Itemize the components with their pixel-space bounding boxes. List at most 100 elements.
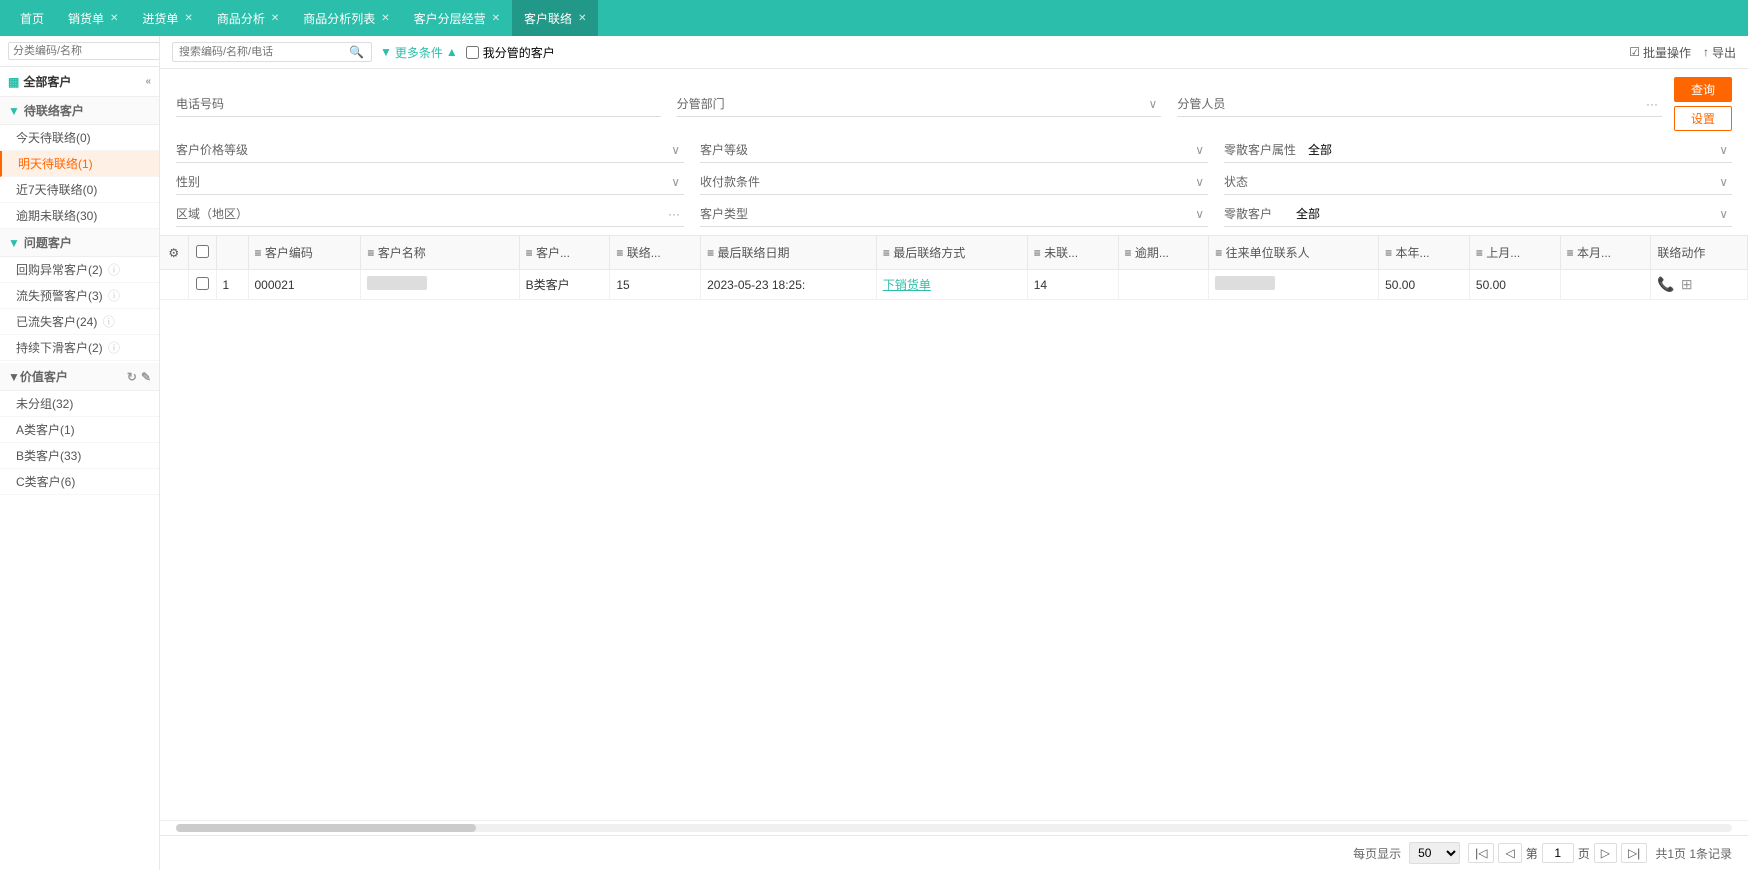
row-action-grid-icon[interactable]: ⊞ <box>1681 276 1693 293</box>
nav-sales-close[interactable]: ✕ <box>110 13 118 24</box>
sidebar-item-ungrouped[interactable]: 未分组(32) <box>0 391 159 417</box>
retail-customer-dropdown[interactable]: ∨ <box>1715 207 1732 221</box>
sidebar-item-b-class[interactable]: B类客户(33) <box>0 443 159 469</box>
phone-input[interactable] <box>244 97 661 111</box>
sidebar-item-tomorrow[interactable]: 明天待联络(1) <box>0 151 159 177</box>
col-this-year: ≡ 本年... <box>1379 236 1470 270</box>
sidebar-item-lost[interactable]: 已流失客户(24) ⓘ <box>0 309 159 335</box>
payment-dropdown[interactable]: ∨ <box>1191 175 1208 189</box>
row-checkbox[interactable] <box>188 270 216 300</box>
sidebar-item-warning[interactable]: 流失预警客户(3) ⓘ <box>0 283 159 309</box>
col-this-month: ≡ 本月... <box>1560 236 1651 270</box>
col-last-contact-method: ≡ 最后联络方式 <box>876 236 1027 270</box>
row-action-phone-icon[interactable]: 📞 <box>1657 276 1674 293</box>
my-customers-checkbox[interactable]: 我分管的客户 <box>466 44 555 61</box>
nav-customer-tier-close[interactable]: ✕ <box>492 13 500 24</box>
filter-row-2: 客户价格等级 ∨ 客户等级 ∨ 零散客户属性 全部 ∨ <box>176 137 1732 163</box>
next-page-btn[interactable]: ▷ <box>1594 843 1617 863</box>
col-customer-name: ≡ 客户名称 <box>361 236 519 270</box>
row-last-method[interactable]: 下销货单 <box>876 270 1027 300</box>
sidebar-item-c-class[interactable]: C类客户(6) <box>0 469 159 495</box>
sidebar-value-section: ▼ 价值客户 ↻ ✎ <box>0 363 159 391</box>
col-rownum <box>216 236 248 270</box>
nav-customer-contact[interactable]: 客户联络 ✕ <box>512 0 598 36</box>
customer-type-dropdown[interactable]: ∨ <box>1191 207 1208 221</box>
sidebar-item-abnormal[interactable]: 回购异常客户(2) ⓘ <box>0 257 159 283</box>
sidebar-pending-section: ▼ 待联络客户 <box>0 97 159 125</box>
sidebar-item-declining[interactable]: 持续下滑客户(2) ⓘ <box>0 335 159 361</box>
edit-icon[interactable]: ✎ <box>141 370 151 384</box>
row-name <box>361 270 519 300</box>
first-page-btn[interactable]: |◁ <box>1468 843 1494 863</box>
page-size-select[interactable]: 50 100 <box>1409 842 1460 864</box>
filter-row-1: 电话号码 分管部门 ∨ 分管人员 ··· 查询 设置 <box>176 77 1732 131</box>
reset-button[interactable]: 设置 <box>1674 106 1732 131</box>
row-actions: 📞 ⊞ <box>1651 270 1748 300</box>
sidebar-problem-section: ▼ 问题客户 <box>0 229 159 257</box>
content-area: 🔍 ▼ 更多条件 ▲ 我分管的客户 ☑ 批量操作 ↑ 导出 <box>160 36 1748 870</box>
region-more-btn[interactable]: ··· <box>664 207 684 221</box>
sidebar-item-today[interactable]: 今天待联络(0) <box>0 125 159 151</box>
sidebar-item-week[interactable]: 近7天待联络(0) <box>0 177 159 203</box>
row-contact-count: 15 <box>610 270 701 300</box>
more-filters-btn[interactable]: ▼ 更多条件 ▲ <box>380 44 458 61</box>
search-icon[interactable]: 🔍 <box>349 45 364 59</box>
col-checkbox[interactable] <box>188 236 216 270</box>
status-dropdown[interactable]: ∨ <box>1715 175 1732 189</box>
batch-ops-btn[interactable]: ☑ 批量操作 <box>1629 44 1691 61</box>
nav-product-analysis[interactable]: 商品分析 ✕ <box>205 0 291 36</box>
nav-product-list[interactable]: 商品分析列表 ✕ <box>291 0 401 36</box>
nav-purchase[interactable]: 进货单 ✕ <box>130 0 204 36</box>
export-icon: ↑ <box>1703 45 1709 59</box>
nav-product-list-close[interactable]: ✕ <box>381 13 389 24</box>
row-overdue <box>1118 270 1209 300</box>
sidebar-item-overdue[interactable]: 逾期未联络(30) <box>0 203 159 229</box>
row-check[interactable] <box>196 277 209 290</box>
person-input[interactable] <box>1245 97 1642 111</box>
my-customers-check-input[interactable] <box>466 46 479 59</box>
export-btn[interactable]: ↑ 导出 <box>1703 44 1736 61</box>
scroll-thumb[interactable] <box>176 824 476 832</box>
filter-gender: 性别 ∨ <box>176 169 684 195</box>
sidebar-search-input[interactable] <box>8 42 160 60</box>
nav-home[interactable]: 首页 <box>8 0 56 36</box>
nav-sales[interactable]: 销货单 ✕ <box>56 0 130 36</box>
filter-action-btns: 查询 设置 <box>1674 77 1732 131</box>
nav-customer-contact-close[interactable]: ✕ <box>578 13 586 24</box>
nav-customer-tier[interactable]: 客户分层经营 ✕ <box>402 0 512 36</box>
filter-region: 区域（地区） ··· <box>176 201 684 227</box>
table-area: ⚙ ≡ 客户编码 ≡ 客户名称 ≡ 客户... ≡ 联络... ≡ 最后联络日期… <box>160 236 1748 820</box>
refresh-icon[interactable]: ↻ <box>127 370 137 384</box>
nav-purchase-close[interactable]: ✕ <box>184 13 192 24</box>
col-last-month: ≡ 上月... <box>1469 236 1560 270</box>
scroll-track[interactable] <box>176 824 1732 832</box>
col-overdue: ≡ 逾期... <box>1118 236 1209 270</box>
customer-level-dropdown[interactable]: ∨ <box>1191 143 1208 157</box>
dept-dropdown-icon[interactable]: ∨ <box>1145 97 1162 111</box>
retail-attr-dropdown[interactable]: ∨ <box>1715 143 1732 157</box>
page-number-input[interactable] <box>1542 843 1574 863</box>
nav-product-analysis-close[interactable]: ✕ <box>271 13 279 24</box>
filter-up-icon: ▲ <box>446 45 458 59</box>
col-customer-type: ≡ 客户... <box>519 236 610 270</box>
dept-input[interactable] <box>745 97 1145 111</box>
table-row: 1 000021 B类客户 15 2023-05-23 18:25: 下销货单 … <box>160 270 1748 300</box>
filter-retail-attr: 零散客户属性 全部 ∨ <box>1224 137 1732 163</box>
sidebar-item-a-class[interactable]: A类客户(1) <box>0 417 159 443</box>
row-code: 000021 <box>248 270 361 300</box>
sidebar-all-customers[interactable]: ▦ 全部客户 « <box>0 67 159 97</box>
col-settings[interactable]: ⚙ <box>160 236 188 270</box>
gender-dropdown[interactable]: ∨ <box>667 175 684 189</box>
row-num: 1 <box>216 270 248 300</box>
table-footer: 每页显示 50 100 |◁ ◁ 第 页 ▷ ▷| 共1页 1条记录 <box>160 835 1748 870</box>
query-button[interactable]: 查询 <box>1674 77 1732 102</box>
search-bar: 🔍 ▼ 更多条件 ▲ 我分管的客户 ☑ 批量操作 ↑ 导出 <box>160 36 1748 69</box>
filter-person: 分管人员 ··· <box>1177 91 1662 117</box>
prev-page-btn[interactable]: ◁ <box>1498 843 1521 863</box>
sidebar-collapse-btn[interactable]: « <box>145 76 151 87</box>
select-all-checkbox[interactable] <box>196 245 209 258</box>
search-input[interactable] <box>179 46 349 58</box>
price-level-dropdown[interactable]: ∨ <box>667 143 684 157</box>
person-more-btn[interactable]: ··· <box>1642 97 1662 111</box>
last-page-btn[interactable]: ▷| <box>1621 843 1647 863</box>
